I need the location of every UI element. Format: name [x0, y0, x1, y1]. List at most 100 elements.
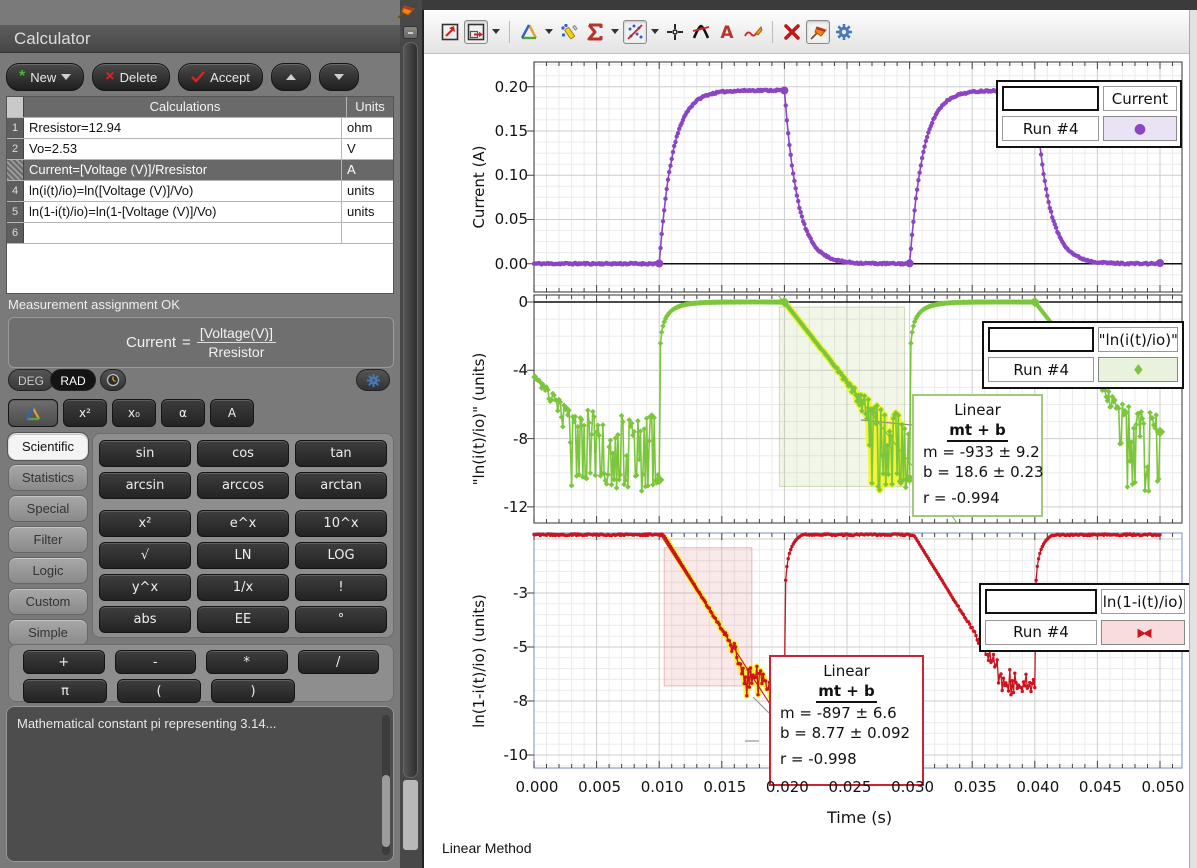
insert-button[interactable]: x²: [63, 399, 107, 427]
formula-lhs: Current: [126, 334, 177, 351]
legend-run-selector-cell[interactable]: [1002, 86, 1100, 111]
operator-key[interactable]: π: [23, 679, 107, 703]
calculation-units[interactable]: units: [342, 202, 393, 222]
function-key[interactable]: abs: [99, 606, 191, 633]
operator-key[interactable]: *: [206, 650, 288, 674]
function-key[interactable]: arccos: [197, 472, 289, 499]
calculation-row[interactable]: 2 Vo=2.53 V: [7, 139, 393, 160]
function-key[interactable]: 1/x: [197, 574, 289, 601]
function-key[interactable]: cos: [197, 440, 289, 467]
calculation-row[interactable]: 5 ln(1-i(t)/io)=ln(1-[Voltage (V)]/Vo) u…: [7, 202, 393, 223]
units-column-header: Units: [347, 97, 393, 117]
calculation-units[interactable]: V: [342, 139, 393, 159]
legend-swatch[interactable]: ●: [1103, 116, 1177, 141]
calculation-expression[interactable]: ln(1-i(t)/io)=ln(1-[Voltage (V)]/Vo): [24, 202, 342, 222]
calculation-units[interactable]: [342, 223, 393, 243]
deg-mode-button[interactable]: DEG: [8, 369, 54, 391]
operator-key[interactable]: ): [211, 679, 295, 703]
y-tick-label: 0.05: [494, 210, 528, 229]
rad-mode-button[interactable]: RAD: [50, 369, 96, 391]
keypad-category-special[interactable]: Special: [8, 495, 88, 522]
linear-fit-annotation-red[interactable]: Linear mt + b m = -897 ± 6.6 b = 8.77 ± …: [769, 655, 924, 786]
x-tick-label: 0.050: [1141, 778, 1185, 796]
delete-calculation-button[interactable]: × Delete: [92, 63, 171, 91]
legend-ln-1-minus-i-over-io[interactable]: ln(1-i(t)/io) Run #4 ▶◀: [979, 583, 1191, 652]
operator-key[interactable]: +: [23, 650, 105, 674]
insert-button[interactable]: A: [210, 399, 254, 427]
insert-button[interactable]: α: [161, 399, 205, 427]
calculation-row[interactable]: 4 ln(i(t)/io)=ln([Voltage (V)]/Vo) units: [7, 181, 393, 202]
move-up-button[interactable]: [270, 63, 311, 91]
chevron-down-icon: [61, 74, 72, 80]
function-key[interactable]: °: [295, 606, 387, 633]
calculation-expression[interactable]: [24, 223, 342, 243]
x-tick-label: 0.035: [953, 778, 997, 796]
function-key[interactable]: tan: [295, 440, 387, 467]
legend-measurement-label[interactable]: Current: [1103, 86, 1177, 111]
description-scrollbar-thumb[interactable]: [382, 775, 390, 847]
keypad-category-filter[interactable]: Filter: [8, 526, 88, 553]
function-key[interactable]: arcsin: [99, 472, 191, 499]
pin-icon[interactable]: [394, 2, 418, 22]
legend-swatch[interactable]: ▶◀: [1101, 619, 1185, 645]
panel-scrollbar-thumb[interactable]: [403, 42, 418, 778]
accept-calculation-button[interactable]: Accept: [178, 63, 263, 91]
calculator-settings-button[interactable]: [356, 369, 390, 391]
calculation-units[interactable]: ohm: [342, 118, 393, 138]
insert-button[interactable]: x₀: [112, 399, 156, 427]
legend-run-selector-cell[interactable]: [985, 589, 1097, 614]
description-scrollbar[interactable]: [382, 715, 390, 855]
function-key[interactable]: y^x: [99, 574, 191, 601]
calculation-expression[interactable]: Rresistor=12.94: [24, 118, 342, 138]
legend-run-selector-cell[interactable]: [988, 327, 1095, 352]
function-key[interactable]: !: [295, 574, 387, 601]
keypad-category-statistics[interactable]: Statistics: [8, 464, 88, 491]
calculation-units[interactable]: units: [342, 181, 393, 201]
operator-key[interactable]: -: [114, 650, 196, 674]
panel-scrollbar-track[interactable]: [403, 780, 418, 850]
legend-measurement-label[interactable]: "ln(i(t)/io)": [1098, 327, 1179, 352]
function-key[interactable]: e^x: [197, 510, 289, 537]
keypad-category-simple[interactable]: Simple: [8, 619, 88, 646]
calculations-column-header: Calculations: [24, 97, 347, 117]
function-key[interactable]: LN: [197, 542, 289, 569]
function-key[interactable]: √: [99, 542, 191, 569]
timer-mode-button[interactable]: [100, 369, 126, 391]
legend-measurement-label[interactable]: ln(1-i(t)/io): [1101, 589, 1185, 614]
legend-run-label[interactable]: Run #4: [988, 357, 1095, 382]
legend-run-label[interactable]: Run #4: [1002, 116, 1100, 141]
function-key[interactable]: EE: [197, 606, 289, 633]
calculation-expression[interactable]: Current=[Voltage (V)]/Rresistor: [24, 160, 342, 180]
linear-fit-annotation-green[interactable]: Linear mt + b m = -933 ± 9.2 b = 18.6 ± …: [912, 394, 1044, 517]
calculation-expression[interactable]: Vo=2.53: [24, 139, 342, 159]
operator-key[interactable]: (: [117, 679, 201, 703]
arrow-up-icon: [285, 74, 296, 80]
function-key[interactable]: sin: [99, 440, 191, 467]
calculation-row[interactable]: Current=[Voltage (V)]/Rresistor A: [7, 160, 393, 181]
move-down-button[interactable]: [318, 63, 359, 91]
data-picker-triangle-button[interactable]: [8, 399, 58, 427]
keypad-category-logic[interactable]: Logic: [8, 557, 88, 584]
operator-key[interactable]: /: [297, 650, 379, 674]
scrollbar-up-button[interactable]: [403, 26, 418, 39]
new-calculation-button[interactable]: * New: [6, 63, 85, 91]
keypad-category-custom[interactable]: Custom: [8, 588, 88, 615]
circle-marker-icon: ●: [1133, 120, 1147, 137]
function-key[interactable]: x²: [99, 510, 191, 537]
function-key[interactable]: arctan: [295, 472, 387, 499]
formula-display: Current = [Voltage(V)] Rresistor: [8, 317, 394, 368]
legend-ln-i-over-io[interactable]: "ln(i(t)/io)" Run #4 ♦: [982, 321, 1184, 389]
function-key[interactable]: LOG: [295, 542, 387, 569]
legend-current[interactable]: Current Run #4 ●: [996, 80, 1182, 148]
calculation-units[interactable]: A: [342, 160, 393, 180]
calculation-row[interactable]: 1 Rresistor=12.94 ohm: [7, 118, 393, 139]
calculation-row[interactable]: 6: [7, 223, 393, 244]
legend-swatch[interactable]: ♦: [1098, 357, 1179, 382]
function-key[interactable]: 10^x: [295, 510, 387, 537]
right-scroll-strip[interactable]: [1189, 10, 1197, 868]
page-tab-label[interactable]: Linear Method: [442, 840, 532, 856]
legend-run-label[interactable]: Run #4: [985, 619, 1097, 645]
keypad-category-scientific[interactable]: Scientific: [7, 432, 89, 461]
calculation-expression[interactable]: ln(i(t)/io)=ln([Voltage (V)]/Vo): [24, 181, 342, 201]
x-tick-label: 0.015: [703, 778, 747, 796]
